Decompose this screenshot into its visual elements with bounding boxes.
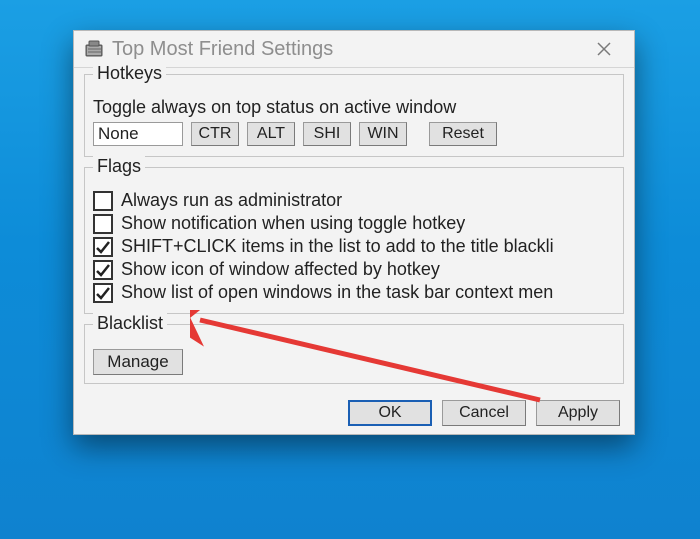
flag-row: Show notification when using toggle hotk… bbox=[93, 213, 615, 234]
flag-row: Show list of open windows in the task ba… bbox=[93, 282, 615, 303]
flags-group: Flags Always run as administrator Show n… bbox=[84, 167, 624, 314]
checkbox[interactable] bbox=[93, 283, 113, 303]
ok-button[interactable]: OK bbox=[348, 400, 432, 426]
flag-label: Show notification when using toggle hotk… bbox=[121, 213, 465, 234]
hotkeys-caption: Toggle always on top status on active wi… bbox=[93, 97, 615, 118]
app-icon bbox=[84, 39, 104, 59]
checkbox[interactable] bbox=[93, 191, 113, 211]
modifier-ctrl-button[interactable]: CTR bbox=[191, 122, 239, 146]
flag-row: Always run as administrator bbox=[93, 190, 615, 211]
hotkeys-group-label: Hotkeys bbox=[93, 63, 166, 84]
manage-button[interactable]: Manage bbox=[93, 349, 183, 375]
flag-row: Show icon of window affected by hotkey bbox=[93, 259, 615, 280]
checkbox[interactable] bbox=[93, 214, 113, 234]
hotkeys-group: Hotkeys Toggle always on top status on a… bbox=[84, 74, 624, 157]
modifier-shift-button[interactable]: SHI bbox=[303, 122, 351, 146]
checkbox[interactable] bbox=[93, 260, 113, 280]
cancel-button[interactable]: Cancel bbox=[442, 400, 526, 426]
flag-row: SHIFT+CLICK items in the list to add to … bbox=[93, 236, 615, 257]
modifier-alt-button[interactable]: ALT bbox=[247, 122, 295, 146]
flags-list: Always run as administrator Show notific… bbox=[93, 190, 615, 303]
dialog-button-row: OK Cancel Apply bbox=[84, 394, 624, 426]
flags-group-label: Flags bbox=[93, 156, 145, 177]
flag-label: Always run as administrator bbox=[121, 190, 342, 211]
close-button[interactable] bbox=[584, 31, 624, 67]
blacklist-group: Blacklist Manage bbox=[84, 324, 624, 384]
blacklist-group-label: Blacklist bbox=[93, 313, 167, 334]
checkbox[interactable] bbox=[93, 237, 113, 257]
settings-dialog: Top Most Friend Settings Hotkeys Toggle … bbox=[73, 30, 635, 435]
flag-label: Show list of open windows in the task ba… bbox=[121, 282, 553, 303]
hotkey-input[interactable]: None bbox=[93, 122, 183, 146]
window-title: Top Most Friend Settings bbox=[112, 38, 584, 61]
desktop-background: Top Most Friend Settings Hotkeys Toggle … bbox=[0, 0, 700, 539]
flag-label: Show icon of window affected by hotkey bbox=[121, 259, 440, 280]
hotkeys-row: None CTR ALT SHI WIN Reset bbox=[93, 122, 615, 146]
reset-button[interactable]: Reset bbox=[429, 122, 497, 146]
client-area: Hotkeys Toggle always on top status on a… bbox=[74, 68, 634, 434]
modifier-win-button[interactable]: WIN bbox=[359, 122, 407, 146]
flag-label: SHIFT+CLICK items in the list to add to … bbox=[121, 236, 554, 257]
apply-button[interactable]: Apply bbox=[536, 400, 620, 426]
